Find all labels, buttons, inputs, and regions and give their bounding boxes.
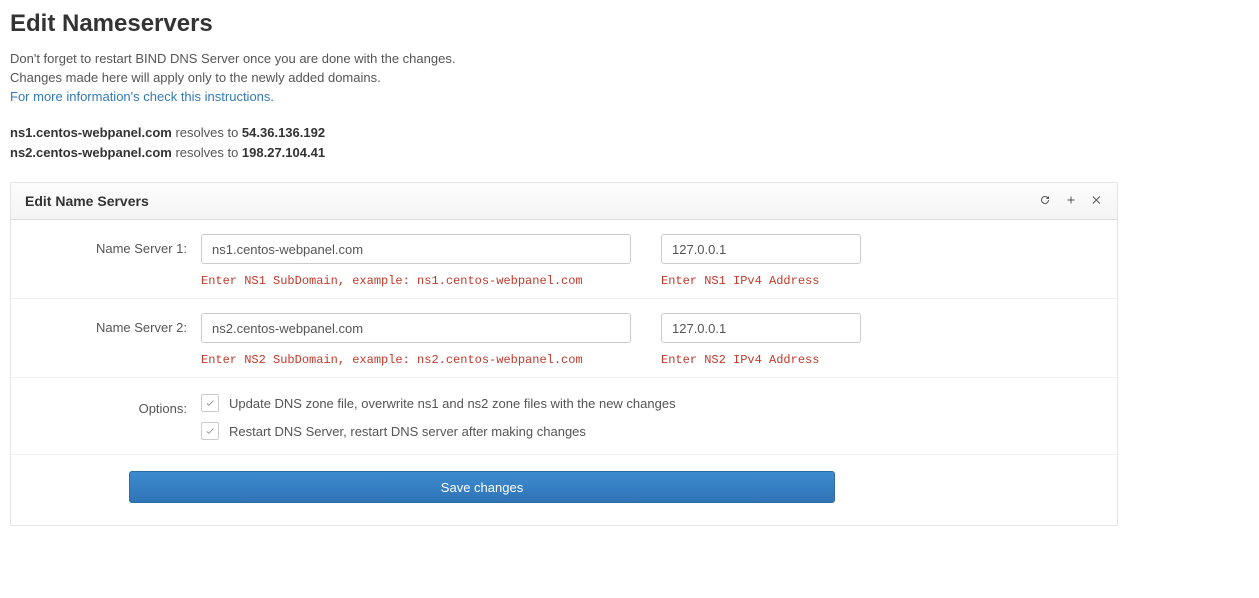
intro-block: Don't forget to restart BIND DNS Server … xyxy=(10,50,1249,107)
check-icon xyxy=(205,398,215,408)
check-icon xyxy=(205,426,215,436)
ns1-row: Name Server 1: Enter NS1 SubDomain, exam… xyxy=(11,220,1117,299)
ns1-ip-input[interactable] xyxy=(661,234,861,264)
ns1-hostname: ns1.centos-webpanel.com xyxy=(10,125,172,140)
submit-row: Save changes xyxy=(11,455,1117,525)
resolve-block: ns1.centos-webpanel.com resolves to 54.3… xyxy=(10,123,1249,165)
ns2-hostname: ns2.centos-webpanel.com xyxy=(10,145,172,160)
intro-line-1: Don't forget to restart BIND DNS Server … xyxy=(10,50,1249,69)
ns1-domain-input[interactable] xyxy=(201,234,631,264)
expand-icon[interactable] xyxy=(1065,194,1077,208)
refresh-icon[interactable] xyxy=(1039,194,1051,208)
ns2-ip: 198.27.104.41 xyxy=(242,145,325,160)
panel-actions xyxy=(1039,194,1103,208)
option-update-zone-checkbox[interactable] xyxy=(201,394,219,412)
ns2-resolves-text: resolves to xyxy=(172,145,242,160)
ns2-row: Name Server 2: Enter NS2 SubDomain, exam… xyxy=(11,299,1117,378)
ns2-label: Name Server 2: xyxy=(21,313,201,335)
options-row: Options: Update DNS zone file, overwrite… xyxy=(11,378,1117,455)
edit-nameservers-panel: Edit Name Servers Name Server 1: Enter N… xyxy=(10,182,1118,526)
intro-link[interactable]: For more information's check this instru… xyxy=(10,89,274,104)
ns2-domain-input[interactable] xyxy=(201,313,631,343)
ns1-resolves-text: resolves to xyxy=(172,125,242,140)
panel-title: Edit Name Servers xyxy=(25,193,149,209)
ns1-resolve-line: ns1.centos-webpanel.com resolves to 54.3… xyxy=(10,123,1249,144)
save-changes-button[interactable]: Save changes xyxy=(129,471,835,503)
ns1-label: Name Server 1: xyxy=(21,234,201,256)
close-icon[interactable] xyxy=(1091,194,1103,208)
option-restart-dns: Restart DNS Server, restart DNS server a… xyxy=(201,422,676,440)
ns1-domain-help: Enter NS1 SubDomain, example: ns1.centos… xyxy=(201,274,631,288)
option-update-zone: Update DNS zone file, overwrite ns1 and … xyxy=(201,394,676,412)
option-restart-dns-checkbox[interactable] xyxy=(201,422,219,440)
page-title: Edit Nameservers xyxy=(10,10,1249,38)
ns2-resolve-line: ns2.centos-webpanel.com resolves to 198.… xyxy=(10,143,1249,164)
option-restart-dns-label[interactable]: Restart DNS Server, restart DNS server a… xyxy=(229,424,586,439)
ns1-ip: 54.36.136.192 xyxy=(242,125,325,140)
panel-heading: Edit Name Servers xyxy=(11,183,1117,220)
ns1-ip-help: Enter NS1 IPv4 Address xyxy=(661,274,861,288)
intro-line-2: Changes made here will apply only to the… xyxy=(10,69,1249,88)
ns2-ip-help: Enter NS2 IPv4 Address xyxy=(661,353,861,367)
ns2-domain-help: Enter NS2 SubDomain, example: ns2.centos… xyxy=(201,353,631,367)
ns2-ip-input[interactable] xyxy=(661,313,861,343)
options-label: Options: xyxy=(21,394,201,440)
option-update-zone-label[interactable]: Update DNS zone file, overwrite ns1 and … xyxy=(229,396,676,411)
